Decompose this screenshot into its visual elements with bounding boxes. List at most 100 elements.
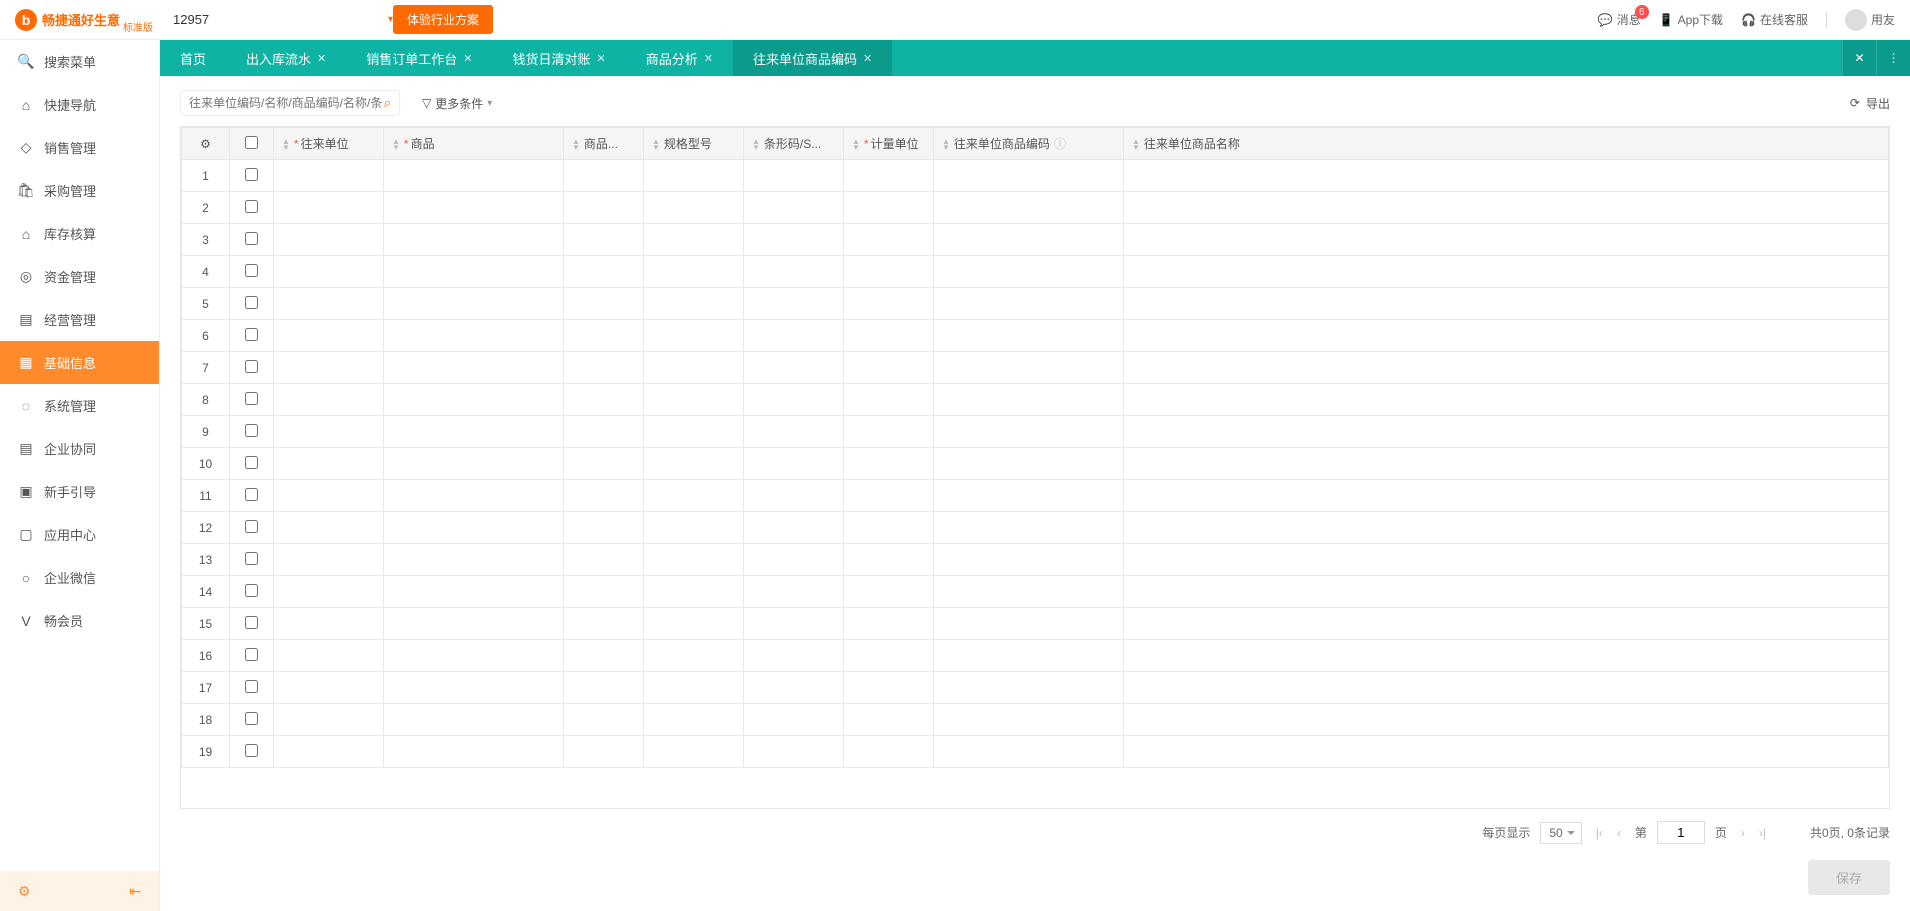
cell[interactable] <box>844 480 934 512</box>
tab[interactable]: 往来单位商品编码✕ <box>733 40 892 76</box>
cell[interactable] <box>274 512 384 544</box>
search-input[interactable] <box>189 96 384 110</box>
cell[interactable] <box>384 256 564 288</box>
cell[interactable] <box>564 672 644 704</box>
row-checkbox[interactable] <box>230 256 274 288</box>
cell[interactable] <box>744 224 844 256</box>
cell[interactable] <box>844 288 934 320</box>
cell[interactable] <box>644 512 744 544</box>
cell[interactable] <box>844 544 934 576</box>
cell[interactable] <box>844 608 934 640</box>
cell[interactable] <box>644 448 744 480</box>
cell[interactable] <box>274 320 384 352</box>
cell[interactable] <box>644 320 744 352</box>
cell[interactable] <box>844 320 934 352</box>
table-row[interactable]: 13 <box>182 544 1889 576</box>
table-row[interactable]: 11 <box>182 480 1889 512</box>
cell[interactable] <box>644 256 744 288</box>
tab-close-icon[interactable]: ✕ <box>463 52 472 65</box>
cell[interactable] <box>934 192 1124 224</box>
row-checkbox[interactable] <box>230 512 274 544</box>
cell[interactable] <box>274 576 384 608</box>
last-page-button[interactable]: ›| <box>1755 824 1770 842</box>
table-row[interactable]: 3 <box>182 224 1889 256</box>
sort-icon[interactable]: ▲▼ <box>852 139 860 151</box>
table-row[interactable]: 15 <box>182 608 1889 640</box>
cell[interactable] <box>844 672 934 704</box>
cell[interactable] <box>644 384 744 416</box>
sidebar-item[interactable]: ◌系统管理 <box>0 384 159 427</box>
cell[interactable] <box>384 736 564 768</box>
tab[interactable]: 销售订单工作台✕ <box>346 40 492 76</box>
sidebar-item[interactable]: ▤企业协同 <box>0 427 159 470</box>
cell[interactable] <box>744 736 844 768</box>
table-row[interactable]: 7 <box>182 352 1889 384</box>
cell[interactable] <box>744 704 844 736</box>
cell[interactable] <box>644 480 744 512</box>
cell[interactable] <box>274 160 384 192</box>
cell[interactable] <box>274 544 384 576</box>
export-button[interactable]: ⟳ 导出 <box>1850 95 1890 112</box>
cell[interactable] <box>644 576 744 608</box>
cell[interactable] <box>934 224 1124 256</box>
cell[interactable] <box>1124 448 1889 480</box>
tab-close-icon[interactable]: ✕ <box>597 52 606 65</box>
cell[interactable] <box>744 544 844 576</box>
row-checkbox[interactable] <box>230 672 274 704</box>
row-checkbox[interactable] <box>230 288 274 320</box>
row-checkbox[interactable] <box>230 704 274 736</box>
column-header[interactable]: ▲▼规格型号 <box>644 128 744 160</box>
table-row[interactable]: 8 <box>182 384 1889 416</box>
user-menu[interactable]: 用友 <box>1845 9 1895 31</box>
table-row[interactable]: 17 <box>182 672 1889 704</box>
cell[interactable] <box>934 512 1124 544</box>
cell[interactable] <box>384 224 564 256</box>
cell[interactable] <box>564 448 644 480</box>
cell[interactable] <box>644 640 744 672</box>
column-header[interactable]: ▲▼*计量单位 <box>844 128 934 160</box>
table-row[interactable]: 4 <box>182 256 1889 288</box>
sort-icon[interactable]: ▲▼ <box>392 139 400 151</box>
cell[interactable] <box>384 704 564 736</box>
cell[interactable] <box>744 640 844 672</box>
messages-button[interactable]: 💬 消息 6 <box>1598 11 1641 28</box>
table-row[interactable]: 10 <box>182 448 1889 480</box>
column-header[interactable]: ▲▼往来单位商品编码ⓘ <box>934 128 1124 160</box>
cell[interactable] <box>564 640 644 672</box>
cell[interactable] <box>564 288 644 320</box>
sort-icon[interactable]: ▲▼ <box>752 139 760 151</box>
cell[interactable] <box>744 608 844 640</box>
sidebar-item[interactable]: ⌂快捷导航 <box>0 83 159 126</box>
cell[interactable] <box>844 192 934 224</box>
cell[interactable] <box>844 640 934 672</box>
cell[interactable] <box>274 352 384 384</box>
column-header[interactable]: ▲▼商品... <box>564 128 644 160</box>
row-checkbox[interactable] <box>230 192 274 224</box>
cell[interactable] <box>744 512 844 544</box>
cell[interactable] <box>844 576 934 608</box>
cell[interactable] <box>1124 512 1889 544</box>
cell[interactable] <box>564 256 644 288</box>
online-service-button[interactable]: 🎧 在线客服 <box>1741 11 1808 28</box>
prev-page-button[interactable]: ‹ <box>1613 824 1625 842</box>
cell[interactable] <box>934 608 1124 640</box>
tab-close-icon[interactable]: ✕ <box>704 52 713 65</box>
row-checkbox[interactable] <box>230 416 274 448</box>
cell[interactable] <box>744 192 844 224</box>
cell[interactable] <box>644 416 744 448</box>
cell[interactable] <box>1124 544 1889 576</box>
tab[interactable]: 出入库流水✕ <box>226 40 346 76</box>
column-header[interactable]: ▲▼条形码/S... <box>744 128 844 160</box>
row-checkbox[interactable] <box>230 608 274 640</box>
cell[interactable] <box>384 544 564 576</box>
cell[interactable] <box>644 224 744 256</box>
cell[interactable] <box>384 160 564 192</box>
cell[interactable] <box>934 576 1124 608</box>
cell[interactable] <box>744 256 844 288</box>
cell[interactable] <box>744 480 844 512</box>
cell[interactable] <box>274 416 384 448</box>
cell[interactable] <box>934 384 1124 416</box>
cell[interactable] <box>564 224 644 256</box>
cell[interactable] <box>564 384 644 416</box>
cell[interactable] <box>564 736 644 768</box>
